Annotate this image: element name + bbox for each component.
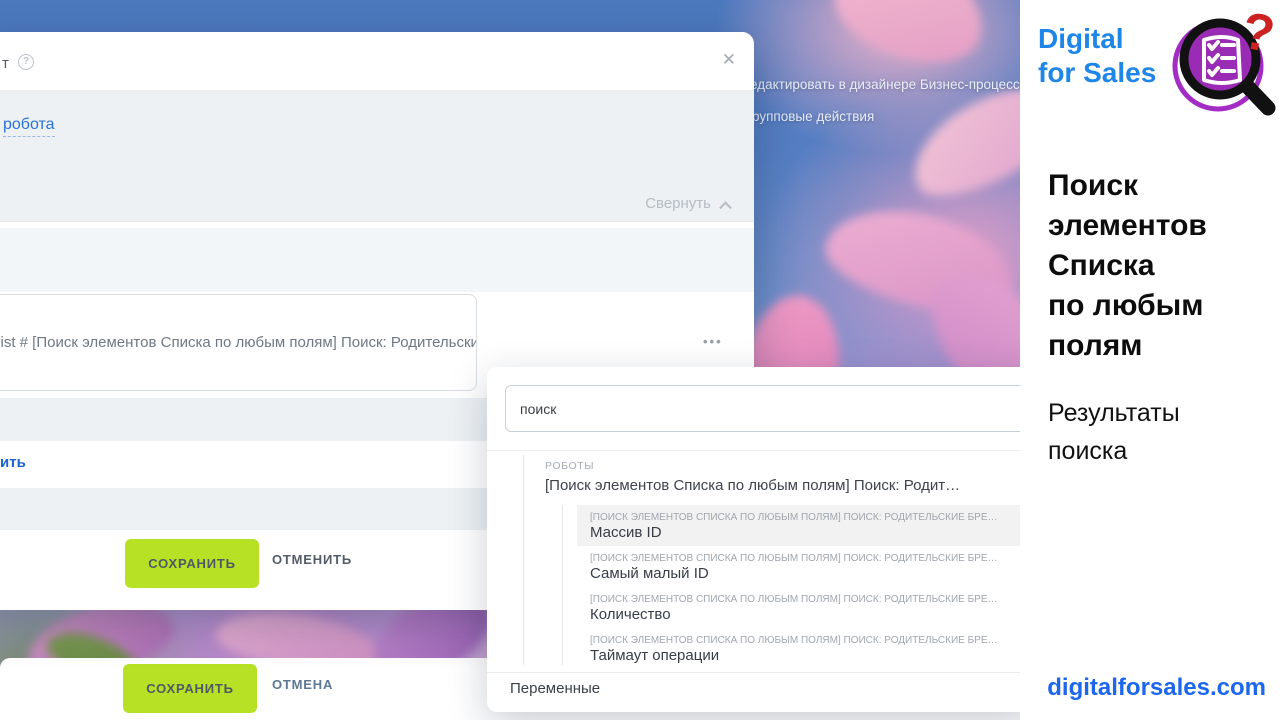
title-line: по любым: [1048, 289, 1204, 322]
group-label-robots: РОБОТЫ: [545, 460, 595, 472]
result-path: [ПОИСК ЭЛЕМЕНТОВ СПИСКА ПО ЛЮБЫМ ПОЛЯМ] …: [590, 594, 998, 605]
result-label: Количество: [590, 606, 671, 623]
title-line: Поиск: [1048, 169, 1139, 202]
help-icon[interactable]: ?: [18, 54, 34, 70]
dialog-subsection: [0, 228, 754, 292]
title-line: элементов: [1048, 209, 1207, 242]
dialog-settings-section: робота Свернуть: [0, 90, 754, 222]
result-row[interactable]: [ПОИСК ЭЛЕМЕНТОВ СПИСКА ПО ЛЮБЫМ ПОЛЯМ] …: [577, 628, 1040, 669]
robot-result-item[interactable]: [Поиск элементов Списка по любым полям] …: [545, 477, 960, 494]
close-icon[interactable]: ✕: [722, 50, 736, 70]
cancel-link[interactable]: ОТМЕНИТЬ: [272, 552, 352, 567]
search-checklist-logo-icon: ?: [1172, 4, 1276, 116]
bg-link-designer[interactable]: едактировать в дизайнере Бизнес-процессо: [750, 77, 1027, 92]
result-row[interactable]: [ПОИСК ЭЛЕМЕНТОВ СПИСКА ПО ЛЮБЫМ ПОЛЯМ] …: [577, 505, 1040, 546]
expression-value: :list # [Поиск элементов Списка по любым…: [0, 334, 476, 351]
variables-tab[interactable]: Переменные: [510, 680, 600, 697]
bg-link-group-actions[interactable]: рупповые действия: [752, 109, 874, 124]
slide-title: Поиск элементов Списка по любым полям: [1048, 166, 1207, 366]
result-row[interactable]: [ПОИСК ЭЛЕМЕНТОВ СПИСКА ПО ЛЮБЫМ ПОЛЯМ] …: [577, 587, 1040, 628]
result-label: Таймаут операции: [590, 647, 720, 664]
tree-guide-line: [562, 505, 563, 665]
collapse-control[interactable]: Свернуть: [645, 195, 732, 215]
slide-subtitle: Результаты поиска: [1048, 394, 1180, 470]
search-input[interactable]: [505, 385, 1035, 432]
tree-guide-line: [523, 455, 524, 665]
brand-line: Digital: [1038, 23, 1124, 54]
brand-line: for Sales: [1038, 57, 1157, 88]
result-row[interactable]: [ПОИСК ЭЛЕМЕНТОВ СПИСКА ПО ЛЮБЫМ ПОЛЯМ] …: [577, 546, 1040, 587]
result-label: Массив ID: [590, 524, 662, 541]
branding-sidebar: Digital for Sales ? Поиск элементов Спис…: [1020, 0, 1280, 720]
subtitle-line: поиска: [1048, 437, 1128, 465]
result-path: [ПОИСК ЭЛЕМЕНТОВ СПИСКА ПО ЛЮБЫМ ПОЛЯМ] …: [590, 553, 998, 564]
svg-text:?: ?: [1237, 4, 1276, 64]
save-button[interactable]: СОХРАНИТЬ: [125, 539, 259, 588]
expression-field[interactable]: :list # [Поиск элементов Списка по любым…: [0, 294, 477, 391]
collapse-label: Свернуть: [645, 195, 711, 212]
flower-petal: [823, 0, 997, 78]
chevron-up-icon: [719, 201, 732, 215]
save-button[interactable]: СОХРАНИТЬ: [123, 664, 257, 713]
more-options-icon[interactable]: •••: [703, 334, 723, 349]
result-path: [ПОИСК ЭЛЕМЕНТОВ СПИСКА ПО ЛЮБЫМ ПОЛЯМ] …: [590, 512, 998, 523]
divider: [487, 450, 1040, 451]
screenshot-stage: едактировать в дизайнере Бизнес-процессо…: [0, 0, 1280, 720]
result-path: [ПОИСК ЭЛЕМЕНТОВ СПИСКА ПО ЛЮБЫМ ПОЛЯМ] …: [590, 635, 998, 646]
robot-type-link[interactable]: робота: [3, 116, 55, 137]
variable-search-dropdown: РОБОТЫ [Поиск элементов Списка по любым …: [487, 367, 1040, 712]
website-url: digitalforsales.com: [1047, 674, 1266, 701]
title-line: полям: [1048, 329, 1143, 362]
result-label: Самый малый ID: [590, 565, 709, 582]
brand-logo-text: Digital for Sales: [1038, 22, 1156, 90]
dialog-header: т ? ✕: [0, 32, 754, 90]
title-line: Списка: [1048, 249, 1155, 282]
cancel-link[interactable]: ОТМЕНА: [272, 677, 333, 692]
subtitle-line: Результаты: [1048, 399, 1180, 427]
divider: [487, 672, 1040, 673]
dialog-title: т: [2, 55, 9, 72]
add-link[interactable]: ить: [0, 454, 26, 471]
